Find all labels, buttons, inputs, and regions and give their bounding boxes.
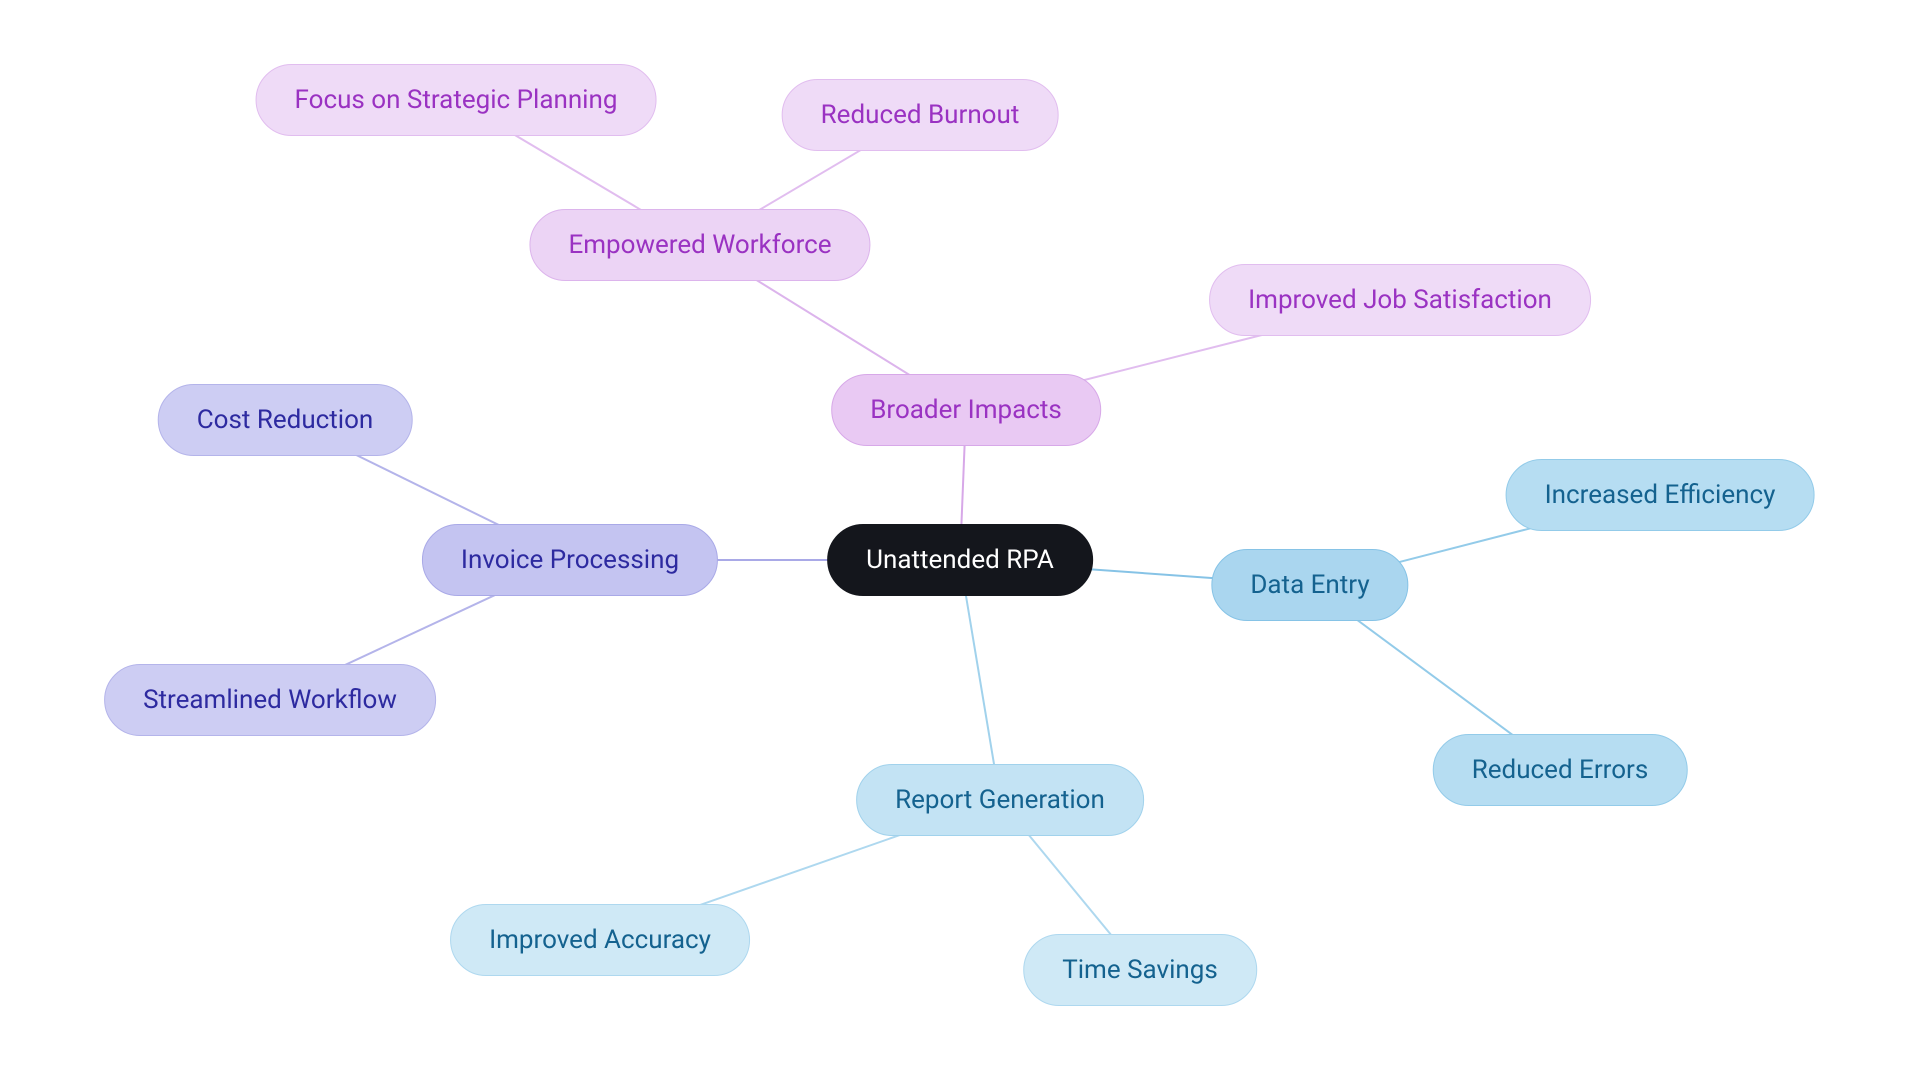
node-root[interactable]: Unattended RPA	[827, 524, 1093, 596]
node-data-entry[interactable]: Data Entry	[1211, 549, 1408, 621]
node-time-savings[interactable]: Time Savings	[1023, 934, 1257, 1006]
node-cost-reduction[interactable]: Cost Reduction	[158, 384, 413, 456]
node-broader-impacts[interactable]: Broader Impacts	[831, 374, 1101, 446]
node-label: Empowered Workforce	[568, 230, 831, 260]
node-label: Broader Impacts	[870, 395, 1062, 425]
node-label: Improved Job Satisfaction	[1248, 285, 1552, 315]
node-label: Reduced Errors	[1472, 755, 1649, 785]
node-streamlined-workflow[interactable]: Streamlined Workflow	[104, 664, 436, 736]
node-empowered-workforce[interactable]: Empowered Workforce	[529, 209, 870, 281]
node-label: Streamlined Workflow	[143, 685, 397, 715]
node-label: Cost Reduction	[197, 405, 374, 435]
node-reduced-errors[interactable]: Reduced Errors	[1433, 734, 1688, 806]
node-increased-efficiency[interactable]: Increased Efficiency	[1506, 459, 1815, 531]
node-job-satisfaction[interactable]: Improved Job Satisfaction	[1209, 264, 1591, 336]
node-strategic-planning[interactable]: Focus on Strategic Planning	[256, 64, 657, 136]
node-label: Data Entry	[1250, 570, 1369, 600]
node-label: Focus on Strategic Planning	[295, 85, 618, 115]
node-label: Unattended RPA	[866, 545, 1054, 575]
node-label: Improved Accuracy	[489, 925, 711, 955]
node-improved-accuracy[interactable]: Improved Accuracy	[450, 904, 750, 976]
node-report-generation[interactable]: Report Generation	[856, 764, 1144, 836]
node-label: Reduced Burnout	[821, 100, 1020, 130]
mindmap-canvas: Unattended RPA Broader Impacts Empowered…	[0, 0, 1920, 1083]
node-label: Time Savings	[1062, 955, 1218, 985]
node-label: Invoice Processing	[461, 545, 679, 575]
node-label: Report Generation	[895, 785, 1105, 815]
node-label: Increased Efficiency	[1545, 480, 1776, 510]
node-reduced-burnout[interactable]: Reduced Burnout	[782, 79, 1059, 151]
node-invoice-processing[interactable]: Invoice Processing	[422, 524, 718, 596]
